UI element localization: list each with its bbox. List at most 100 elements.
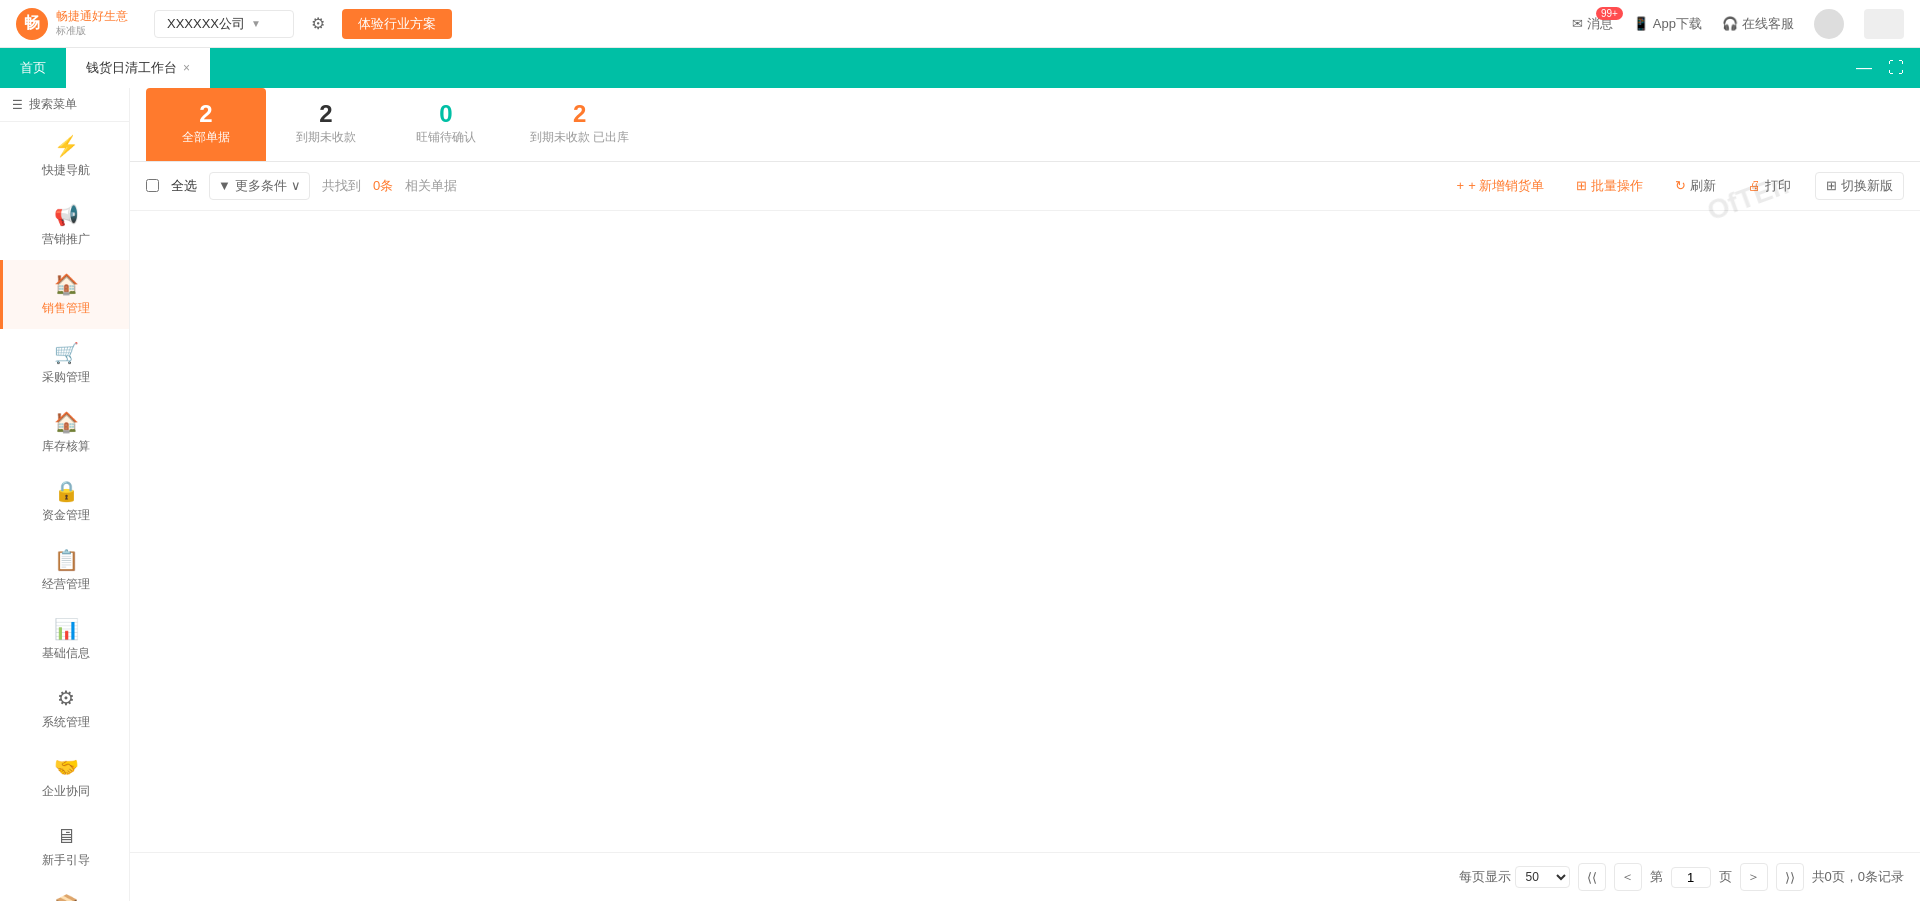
sidebar: ☰ 搜索菜单 ⚡ 快捷导航 📢 营销推广 🏠 销售管理 🛒 采购管理 🏠 库存核… bbox=[0, 88, 130, 901]
filter-chevron: ∨ bbox=[291, 178, 301, 193]
sidebar-item-inventory[interactable]: 🏠 库存核算 bbox=[0, 398, 129, 467]
stat-count-shipped: 2 bbox=[573, 100, 586, 129]
sidebar-item-purchase-label: 采购管理 bbox=[42, 369, 90, 386]
page-suffix: 页 bbox=[1719, 868, 1732, 886]
sidebar-item-beginner[interactable]: 🖥 新手引导 bbox=[0, 812, 129, 881]
online-service-btn[interactable]: 🎧 在线客服 bbox=[1722, 15, 1794, 33]
basic-info-icon: 📊 bbox=[54, 617, 78, 641]
tab-maximize-btn[interactable]: ⛶ bbox=[1884, 56, 1908, 80]
more-filter-label: 更多条件 bbox=[235, 177, 287, 195]
stat-tab-overdue[interactable]: 2 到期未收款 bbox=[266, 88, 386, 161]
company-selector[interactable]: XXXXXX公司 ▼ bbox=[154, 10, 294, 38]
add-sales-btn[interactable]: + + 新增销货单 bbox=[1449, 173, 1553, 199]
sidebar-item-sales[interactable]: 🏠 销售管理 bbox=[0, 260, 129, 329]
select-all-checkbox[interactable] bbox=[146, 179, 159, 192]
quick-nav-icon: ⚡ bbox=[54, 134, 78, 158]
stat-count-overdue: 2 bbox=[319, 100, 332, 129]
refresh-btn[interactable]: ↻ 刷新 bbox=[1667, 173, 1724, 199]
print-btn[interactable]: 🖨 打印 bbox=[1740, 173, 1799, 199]
purchase-icon: 🛒 bbox=[54, 341, 78, 365]
sidebar-item-system[interactable]: ⚙ 系统管理 bbox=[0, 674, 129, 743]
sidebar-item-system-label: 系统管理 bbox=[42, 714, 90, 731]
message-icon: ✉ bbox=[1572, 16, 1583, 31]
switch-icon: ⊞ bbox=[1826, 178, 1837, 193]
next-page-btn[interactable]: ＞ bbox=[1740, 863, 1768, 891]
switch-new-version-btn[interactable]: ⊞ 切换新版 bbox=[1815, 172, 1904, 200]
tab-minimize-btn[interactable]: — bbox=[1852, 56, 1876, 80]
print-icon: 🖨 bbox=[1748, 178, 1761, 193]
sidebar-item-basic-info-label: 基础信息 bbox=[42, 645, 90, 662]
system-icon: ⚙ bbox=[54, 686, 78, 710]
app-download-btn[interactable]: 📱 App下载 bbox=[1633, 15, 1702, 33]
message-badge: 99+ bbox=[1596, 7, 1623, 20]
sidebar-item-beginner-label: 新手引导 bbox=[42, 852, 90, 869]
stat-label-overdue: 到期未收款 bbox=[296, 129, 356, 146]
company-name: XXXXXX公司 bbox=[167, 15, 245, 33]
enterprise-icon: 🤝 bbox=[54, 755, 78, 779]
sidebar-item-purchase[interactable]: 🛒 采购管理 bbox=[0, 329, 129, 398]
sidebar-item-basic-info[interactable]: 📊 基础信息 bbox=[0, 605, 129, 674]
sidebar-item-quick-nav[interactable]: ⚡ 快捷导航 bbox=[0, 122, 129, 191]
found-prefix: 共找到 bbox=[322, 177, 361, 195]
sidebar-item-operations[interactable]: 📋 经营管理 bbox=[0, 536, 129, 605]
page-size-select[interactable]: 50 100 200 bbox=[1515, 866, 1570, 888]
tab-home-label: 首页 bbox=[20, 59, 46, 77]
header-right: ✉ 消息 99+ 📱 App下载 🎧 在线客服 bbox=[1572, 9, 1904, 39]
filter-icon: ▼ bbox=[218, 178, 231, 193]
refresh-icon: ↻ bbox=[1675, 178, 1686, 193]
marketing-icon: 📢 bbox=[54, 203, 78, 227]
settings-button[interactable]: ⚙ bbox=[302, 8, 334, 40]
sidebar-item-capital[interactable]: 🔒 资金管理 bbox=[0, 467, 129, 536]
online-service-icon: 🎧 bbox=[1722, 16, 1738, 31]
found-count: 0条 bbox=[373, 177, 393, 195]
logo-text: 畅捷通好生意 bbox=[56, 9, 128, 25]
stat-tab-wangpu[interactable]: 0 旺铺待确认 bbox=[386, 88, 506, 161]
select-all-label: 全选 bbox=[171, 177, 197, 195]
add-label: + 新增销货单 bbox=[1468, 177, 1544, 195]
sidebar-item-operations-label: 经营管理 bbox=[42, 576, 90, 593]
top-header: 畅 畅捷通好生意 标准版 XXXXXX公司 ▼ ⚙ 体验行业方案 ✉ 消息 99… bbox=[0, 0, 1920, 48]
print-label: 打印 bbox=[1765, 177, 1791, 195]
sidebar-item-enterprise[interactable]: 🤝 企业协同 bbox=[0, 743, 129, 812]
tab-workbench[interactable]: 钱货日清工作台 × bbox=[66, 48, 210, 88]
sidebar-item-enterprise-label: 企业协同 bbox=[42, 783, 90, 800]
tab-close-icon[interactable]: × bbox=[183, 61, 190, 75]
batch-btn[interactable]: ⊞ 批量操作 bbox=[1568, 173, 1651, 199]
stat-label-all: 全部单据 bbox=[182, 129, 230, 146]
user-dropdown[interactable] bbox=[1864, 9, 1904, 39]
sidebar-item-app-center[interactable]: 📦 应用中心 bbox=[0, 881, 129, 901]
last-page-btn[interactable]: ⟩⟩ bbox=[1776, 863, 1804, 891]
stat-count-all: 2 bbox=[199, 100, 212, 129]
tab-home[interactable]: 首页 bbox=[0, 48, 66, 88]
batch-label: 批量操作 bbox=[1591, 177, 1643, 195]
search-icon: ☰ bbox=[12, 98, 23, 112]
found-suffix: 相关单据 bbox=[405, 177, 457, 195]
message-btn[interactable]: ✉ 消息 99+ bbox=[1572, 15, 1613, 33]
search-menu[interactable]: ☰ 搜索菜单 bbox=[0, 88, 129, 122]
more-filter-btn[interactable]: ▼ 更多条件 ∨ bbox=[209, 172, 310, 200]
tab-bar-actions: — ⛶ bbox=[1852, 56, 1920, 80]
stat-tab-all[interactable]: 2 全部单据 bbox=[146, 88, 266, 161]
switch-label: 切换新版 bbox=[1841, 178, 1893, 193]
app-body: ☰ 搜索菜单 ⚡ 快捷导航 📢 营销推广 🏠 销售管理 🛒 采购管理 🏠 库存核… bbox=[0, 88, 1920, 901]
table-area bbox=[130, 211, 1920, 852]
refresh-label: 刷新 bbox=[1690, 177, 1716, 195]
stat-tab-shipped[interactable]: 2 到期未收款 已出库 bbox=[506, 88, 653, 161]
total-text: 共0页，0条记录 bbox=[1812, 868, 1904, 886]
inventory-icon: 🏠 bbox=[54, 410, 78, 434]
page-input[interactable] bbox=[1671, 867, 1711, 888]
sales-icon: 🏠 bbox=[54, 272, 78, 296]
add-icon: + bbox=[1457, 178, 1465, 193]
stats-area: 2 全部单据 2 到期未收款 0 旺铺待确认 2 到期未收款 已出库 bbox=[130, 88, 1920, 162]
sidebar-item-sales-label: 销售管理 bbox=[42, 300, 90, 317]
app-download-icon: 📱 bbox=[1633, 16, 1649, 31]
avatar[interactable] bbox=[1814, 9, 1844, 39]
sidebar-item-marketing[interactable]: 📢 营销推广 bbox=[0, 191, 129, 260]
main-content: 2 全部单据 2 到期未收款 0 旺铺待确认 2 到期未收款 已出库 bbox=[130, 88, 1920, 901]
prev-page-btn[interactable]: ＜ bbox=[1614, 863, 1642, 891]
operations-icon: 📋 bbox=[54, 548, 78, 572]
sidebar-item-quick-nav-label: 快捷导航 bbox=[42, 162, 90, 179]
tab-workbench-label: 钱货日清工作台 bbox=[86, 59, 177, 77]
experience-btn[interactable]: 体验行业方案 bbox=[342, 9, 452, 39]
first-page-btn[interactable]: ⟨⟨ bbox=[1578, 863, 1606, 891]
